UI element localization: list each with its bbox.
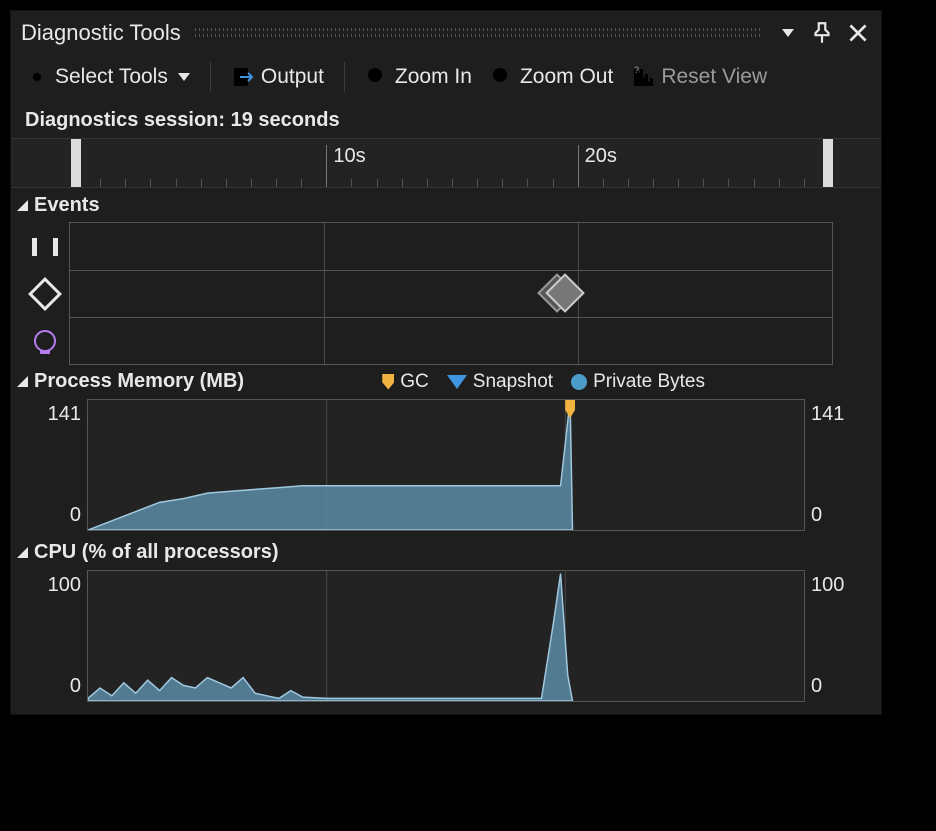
gc-marker[interactable] [565, 400, 575, 418]
output-label: Output [261, 65, 324, 89]
memory-title: Process Memory (MB) [34, 370, 244, 393]
memory-section-header[interactable]: Process Memory (MB) GC Snapshot Private … [11, 364, 881, 399]
events-lane-break[interactable] [69, 222, 833, 271]
reset-view-label: Reset View [661, 65, 767, 89]
legend-private-bytes: Private Bytes [571, 371, 705, 393]
session-duration-label: Diagnostics session: 19 seconds [11, 103, 881, 138]
separator [344, 62, 345, 92]
memory-y-axis-left: 141 0 [21, 399, 87, 531]
cpu-chart-wrap: 100 0 100 0 [11, 570, 881, 714]
pin-button[interactable] [809, 20, 835, 46]
toolbar: Select Tools Output Zoom In Zoom Out ? R… [11, 55, 881, 103]
memory-chart-wrap: 141 0 141 0 [11, 399, 881, 535]
events-row-tips [21, 317, 881, 364]
events-body [21, 223, 881, 364]
reset-view-button[interactable]: ? Reset View [625, 61, 773, 93]
svg-text:?: ? [634, 65, 639, 75]
window-options-dropdown[interactable] [773, 20, 799, 46]
timeline-ruler[interactable]: 10s 20s [11, 138, 881, 188]
zoom-in-label: Zoom In [395, 65, 472, 89]
memory-chart[interactable] [87, 399, 805, 531]
collapse-triangle-icon [17, 376, 28, 387]
collapse-triangle-icon [17, 547, 28, 558]
select-tools-label: Select Tools [55, 65, 168, 89]
reset-view-icon: ? [631, 65, 655, 89]
cpu-y-axis-right: 100 0 [805, 570, 871, 702]
zoom-in-button[interactable]: Zoom In [359, 61, 478, 93]
events-row-snapshot [21, 270, 881, 317]
events-section-header[interactable]: Events [11, 188, 881, 223]
cpu-chart[interactable] [87, 570, 805, 702]
timeline-major-tick: 10s [326, 145, 365, 187]
timeline-major-tick: 20s [578, 145, 617, 187]
legend-gc: GC [382, 371, 429, 393]
zoom-out-button[interactable]: Zoom Out [484, 61, 619, 93]
gear-icon [25, 65, 49, 89]
cpu-y-axis-left: 100 0 [21, 570, 87, 702]
drag-region[interactable] [195, 26, 763, 40]
select-tools-button[interactable]: Select Tools [19, 61, 196, 93]
diagnostic-tools-window: Diagnostic Tools Select Tools Output Zoo… [10, 10, 882, 715]
events-lane-snapshot[interactable] [69, 270, 833, 318]
zoom-out-label: Zoom Out [520, 65, 613, 89]
events-title: Events [34, 194, 100, 217]
window-title: Diagnostic Tools [15, 16, 187, 50]
zoom-out-icon [490, 65, 514, 89]
timeline-ticks: 10s 20s [75, 139, 829, 187]
output-icon [231, 65, 255, 89]
events-lane-tips[interactable] [69, 317, 833, 365]
collapse-triangle-icon [17, 200, 28, 211]
chevron-down-icon [178, 73, 190, 81]
cpu-section-header[interactable]: CPU (% of all processors) [11, 535, 881, 570]
close-button[interactable] [845, 20, 871, 46]
cpu-title: CPU (% of all processors) [34, 541, 279, 564]
snapshot-marker-icon [447, 375, 467, 389]
events-row-break [21, 223, 881, 270]
private-bytes-icon [571, 374, 587, 390]
gc-marker-icon [382, 374, 394, 390]
bulb-icon [21, 330, 69, 352]
output-button[interactable]: Output [225, 61, 330, 93]
memory-y-axis-right: 141 0 [805, 399, 871, 531]
memory-legend: GC Snapshot Private Bytes [382, 371, 705, 393]
separator [210, 62, 211, 92]
pause-icon [21, 238, 69, 256]
zoom-in-icon [365, 65, 389, 89]
legend-snapshot: Snapshot [447, 371, 553, 393]
titlebar: Diagnostic Tools [11, 11, 881, 55]
diamond-icon [21, 282, 69, 306]
